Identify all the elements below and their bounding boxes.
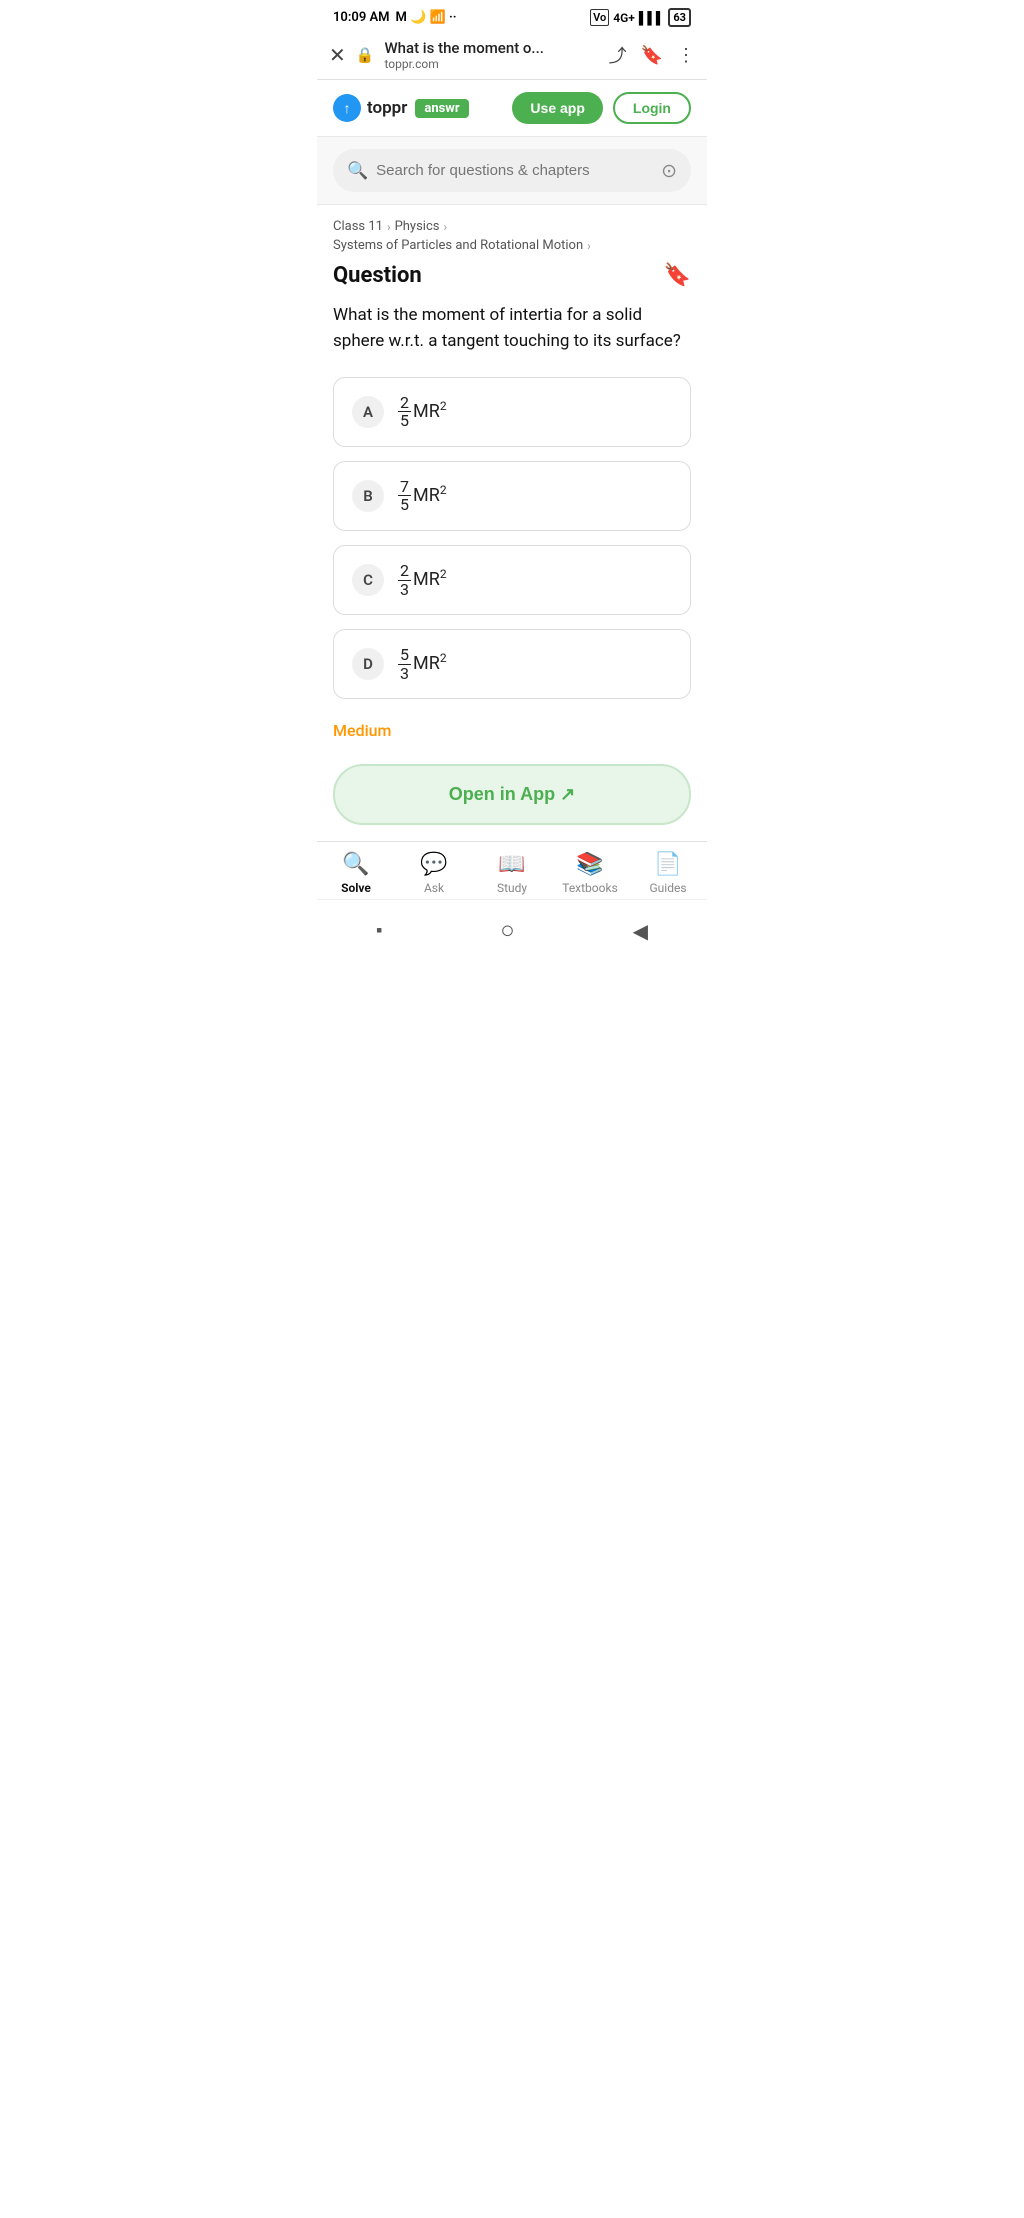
option-c[interactable]: C 2 3 MR2 (333, 545, 691, 615)
login-button[interactable]: Login (613, 92, 691, 124)
android-square-button[interactable]: ▪ (376, 920, 382, 941)
option-d-text: 5 3 MR2 (398, 646, 447, 682)
guides-label: Guides (649, 881, 686, 895)
android-back-button[interactable]: ◀ (633, 919, 648, 943)
option-a-text: 2 5 MR2 (398, 394, 447, 430)
nav-buttons: Use app Login (512, 92, 691, 124)
browser-icons: ⤴ 🔖 ⋮ (609, 42, 695, 68)
breadcrumb-sep-2: › (443, 220, 447, 234)
fraction-b: 7 5 (398, 478, 411, 514)
search-icon: 🔍 (347, 161, 368, 181)
textbooks-label: Textbooks (562, 881, 618, 895)
breadcrumb-physics[interactable]: Physics (395, 219, 440, 234)
option-d-letter: D (352, 648, 384, 680)
question-section: Question 🔖 What is the moment of interti… (317, 259, 707, 699)
nav-item-study[interactable]: 📖 Study (482, 852, 542, 895)
study-icon: 📖 (498, 852, 525, 877)
option-b-text: 7 5 MR2 (398, 478, 447, 514)
browser-bar: ✕ 🔒 What is the moment o... toppr.com ⤴ … (317, 31, 707, 80)
status-right: Vo 4G+ ▌▌▌ 63 (590, 8, 691, 27)
option-a-letter: A (352, 396, 384, 428)
solve-label: Solve (341, 881, 371, 895)
nav-item-textbooks[interactable]: 📚 Textbooks (560, 852, 620, 895)
camera-icon[interactable]: ⊙ (661, 159, 677, 182)
status-time: 10:09 AM (333, 10, 390, 25)
share-icon[interactable]: ⤴ (609, 42, 627, 68)
battery-indicator: 63 (668, 8, 691, 27)
breadcrumb-chapter[interactable]: Systems of Particles and Rotational Moti… (333, 238, 583, 253)
nav-item-solve[interactable]: 🔍 Solve (326, 852, 386, 895)
nav-item-ask[interactable]: 💬 Ask (404, 852, 464, 895)
status-icons: M 🌙 📶 ·· (396, 10, 457, 25)
toppr-logo: ↑ toppr (333, 94, 407, 122)
fraction-c: 2 3 (398, 562, 411, 598)
toppr-text: toppr (367, 98, 407, 118)
question-bookmark-button[interactable]: 🔖 (664, 263, 691, 288)
superscript-b: 2 (440, 483, 447, 497)
solve-icon: 🔍 (342, 852, 369, 877)
option-b[interactable]: B 7 5 MR2 (333, 461, 691, 531)
study-label: Study (497, 881, 527, 895)
toppr-icon: ↑ (333, 94, 361, 122)
more-icon[interactable]: ⋮ (677, 45, 695, 66)
android-nav-bar: ▪ ○ ◀ (317, 899, 707, 965)
browser-title: What is the moment o... toppr.com (384, 39, 598, 71)
ask-label: Ask (424, 881, 444, 895)
android-home-button[interactable]: ○ (500, 916, 515, 945)
bottom-nav: 🔍 Solve 💬 Ask 📖 Study 📚 Textbooks 📄 Guid… (317, 841, 707, 899)
bookmark-icon[interactable]: 🔖 (641, 45, 663, 66)
option-c-text: 2 3 MR2 (398, 562, 447, 598)
use-app-button[interactable]: Use app (512, 92, 602, 124)
option-d[interactable]: D 5 3 MR2 (333, 629, 691, 699)
page-title: What is the moment o... (384, 39, 598, 57)
question-text: What is the moment of intertia for a sol… (333, 302, 691, 355)
superscript-d: 2 (440, 651, 447, 665)
signal-icon: 4G+ (613, 11, 635, 25)
signal-bars: ▌▌▌ (639, 11, 665, 25)
difficulty-section: Medium (317, 713, 707, 756)
open-app-section: Open in App ↗ (317, 756, 707, 841)
superscript-a: 2 (440, 399, 447, 413)
fraction-a: 2 5 (398, 394, 411, 430)
question-title: Question (333, 263, 422, 288)
lte-icon: Vo (590, 9, 609, 26)
close-button[interactable]: ✕ (329, 43, 346, 67)
nav-item-guides[interactable]: 📄 Guides (638, 852, 698, 895)
page-url: toppr.com (384, 57, 598, 71)
logo-area: ↑ toppr answr (333, 94, 469, 122)
search-bar[interactable]: 🔍 ⊙ (333, 149, 691, 192)
ask-icon: 💬 (420, 852, 447, 877)
answr-badge: answr (415, 99, 468, 118)
top-nav: ↑ toppr answr Use app Login (317, 80, 707, 137)
status-bar: 10:09 AM M 🌙 📶 ·· Vo 4G+ ▌▌▌ 63 (317, 0, 707, 31)
status-left: 10:09 AM M 🌙 📶 ·· (333, 10, 457, 25)
superscript-c: 2 (440, 567, 447, 581)
breadcrumb-sep-1: › (387, 220, 391, 234)
option-a[interactable]: A 2 5 MR2 (333, 377, 691, 447)
breadcrumb-class[interactable]: Class 11 (333, 219, 383, 234)
search-section: 🔍 ⊙ (317, 137, 707, 205)
difficulty-label: Medium (333, 721, 392, 740)
option-c-letter: C (352, 564, 384, 596)
textbooks-icon: 📚 (576, 852, 603, 877)
breadcrumb: Class 11 › Physics › Systems of Particle… (317, 205, 707, 259)
breadcrumb-sep-3: › (587, 239, 591, 253)
fraction-d: 5 3 (398, 646, 411, 682)
question-header: Question 🔖 (333, 259, 691, 288)
lock-icon: 🔒 (356, 46, 375, 64)
guides-icon: 📄 (654, 852, 681, 877)
open-app-button[interactable]: Open in App ↗ (333, 764, 691, 825)
option-b-letter: B (352, 480, 384, 512)
search-input[interactable] (376, 162, 653, 179)
